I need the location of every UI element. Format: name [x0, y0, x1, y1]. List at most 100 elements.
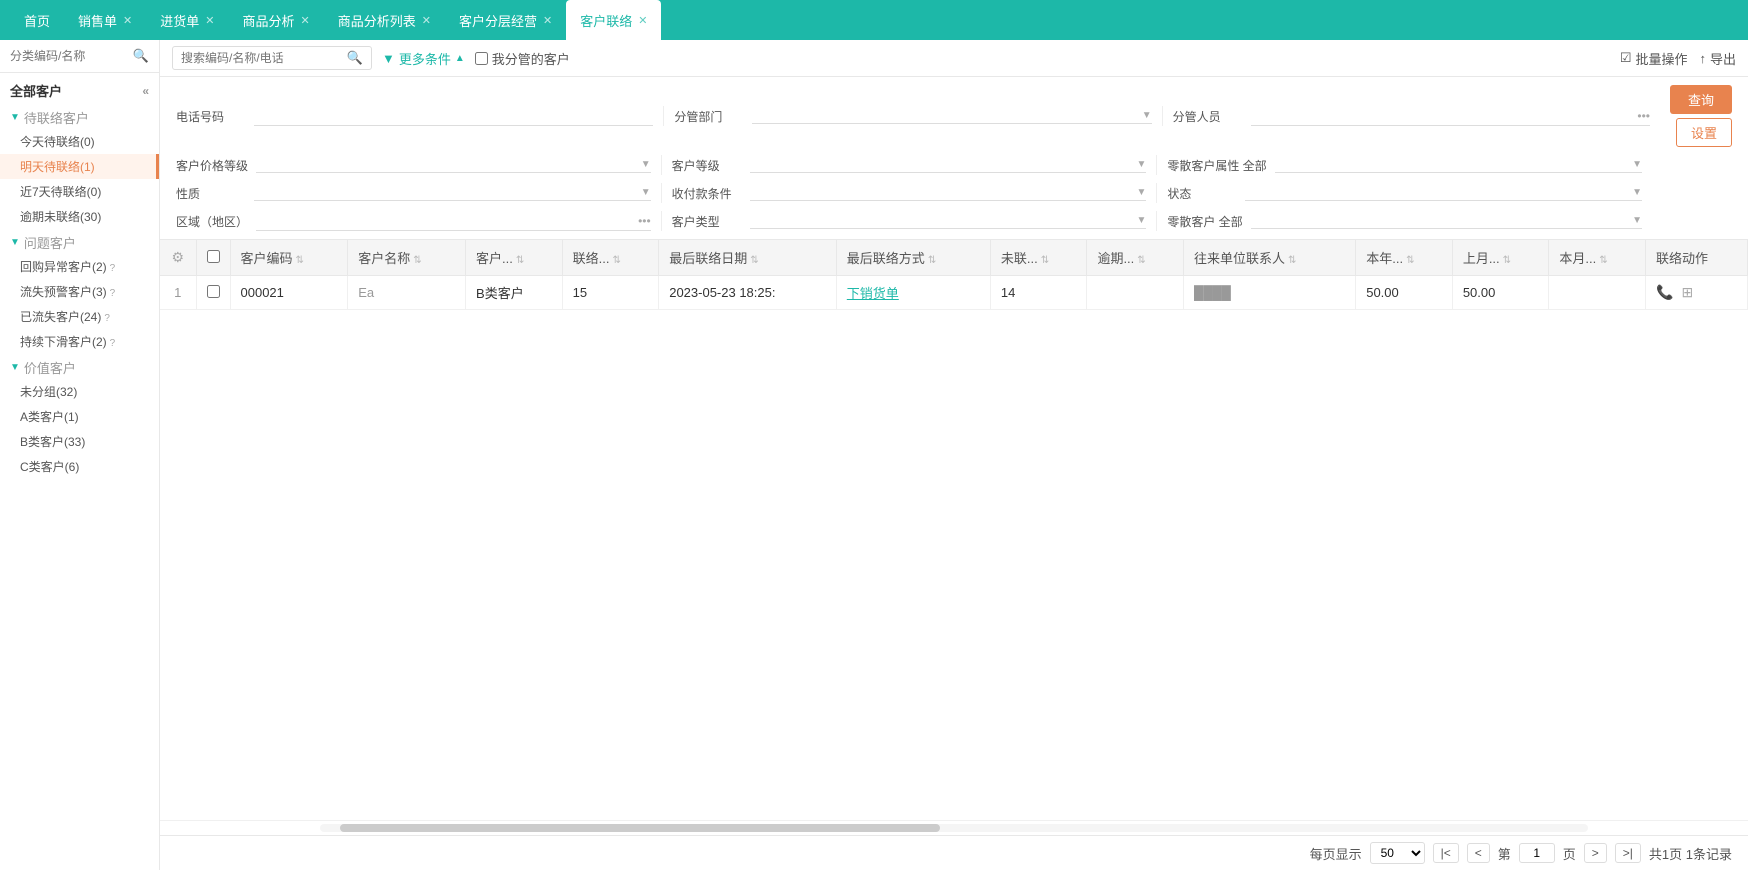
col-this-year: 本年...⇅	[1356, 240, 1453, 276]
dept-select[interactable]: ▼	[752, 108, 1151, 124]
sidebar-item[interactable]: 流失预警客户(3)?	[0, 279, 159, 304]
table-body: 1 000021 Ea B类客户 15 2023-05-23 18:25: 下销…	[160, 276, 1748, 310]
my-customers-checkbox[interactable]: 我分管的客户	[475, 49, 570, 68]
divider	[1162, 106, 1163, 126]
first-page-btn[interactable]: |<	[1433, 843, 1459, 863]
tab-close-icon[interactable]: ✕	[205, 14, 214, 27]
sidebar-groups: ▼待联络客户今天待联络(0)明天待联络(1)近7天待联络(0)逾期未联络(30)…	[0, 104, 159, 479]
sidebar-search-input[interactable]	[10, 49, 133, 63]
divider	[663, 106, 664, 126]
row-this-year: 50.00	[1356, 276, 1453, 310]
sidebar-group-label: ▼价值客户	[0, 354, 159, 379]
col-last-date: 最后联络日期⇅	[659, 240, 837, 276]
sidebar-item[interactable]: 近7天待联络(0)	[0, 179, 159, 204]
tab-close-icon[interactable]: ✕	[123, 14, 132, 27]
manager-select[interactable]: •••	[1251, 107, 1650, 126]
customer-type-select[interactable]: ▼	[750, 213, 1147, 229]
tab-close-icon[interactable]: ✕	[301, 14, 310, 27]
horizontal-scrollbar[interactable]	[320, 824, 1588, 832]
col-checkbox	[196, 240, 230, 276]
action-grid-icon[interactable]: ⊞	[1681, 284, 1693, 301]
row-overdue	[1087, 276, 1184, 310]
nav-tab[interactable]: 销售单✕	[64, 0, 146, 40]
export-btn[interactable]: ↑ 导出	[1699, 49, 1736, 68]
more-conditions-btn[interactable]: ▼ 更多条件 ▲	[382, 49, 465, 68]
row-not-contacted: 14	[990, 276, 1087, 310]
table-row: 1 000021 Ea B类客户 15 2023-05-23 18:25: 下销…	[160, 276, 1748, 310]
sidebar-item[interactable]: 持续下滑客户(2)?	[0, 329, 159, 354]
nav-tab[interactable]: 客户联络✕	[566, 0, 661, 40]
total-records: 共1页 1条记录	[1649, 844, 1732, 863]
contact-method-link[interactable]: 下销货单	[847, 286, 899, 301]
row-unit-contact: ████	[1184, 276, 1356, 310]
info-icon: ?	[110, 263, 116, 274]
sidebar-item[interactable]: 已流失客户(24)?	[0, 304, 159, 329]
tab-close-icon[interactable]: ✕	[638, 14, 647, 27]
my-customers-check[interactable]	[475, 52, 488, 65]
scrollbar-thumb[interactable]	[340, 824, 940, 832]
nav-tab[interactable]: 客户分层经营✕	[445, 0, 566, 40]
sidebar-group-label: ▼问题客户	[0, 229, 159, 254]
filter-status: 状态 ▼	[1167, 185, 1642, 202]
phone-input[interactable]	[254, 107, 653, 126]
col-overdue: 逾期...⇅	[1087, 240, 1184, 276]
tab-close-icon[interactable]: ✕	[422, 14, 431, 27]
row-checkbox[interactable]	[207, 285, 220, 298]
filter-search-icon[interactable]: 🔍	[347, 50, 363, 66]
customers-table: ⚙ 客户编码⇅ 客户名称⇅ 客户...⇅ 联络...⇅ 最后联络日期⇅ 最后联络…	[160, 240, 1748, 310]
col-contact: 联络...⇅	[562, 240, 659, 276]
page-size-label: 每页显示	[1310, 844, 1362, 863]
nav-home[interactable]: 首页	[10, 0, 64, 40]
prev-page-btn[interactable]: <	[1467, 843, 1490, 863]
batch-action-btn[interactable]: ☑ 批量操作	[1620, 49, 1688, 68]
sidebar-item[interactable]: 回购异常客户(2)?	[0, 254, 159, 279]
sidebar-item[interactable]: B类客户(33)	[0, 429, 159, 454]
customer-level-select[interactable]: ▼	[750, 157, 1147, 173]
region-select[interactable]: •••	[256, 212, 651, 231]
select-all-checkbox[interactable]	[207, 250, 220, 263]
filter-nature: 性质 ▼	[176, 185, 651, 202]
tab-close-icon[interactable]: ✕	[543, 14, 552, 27]
row-action: 📞 ⊞	[1646, 276, 1748, 310]
table-header-row: ⚙ 客户编码⇅ 客户名称⇅ 客户...⇅ 联络...⇅ 最后联络日期⇅ 最后联络…	[160, 240, 1748, 276]
query-button[interactable]: 查询	[1670, 85, 1732, 114]
setting-button[interactable]: 设置	[1676, 118, 1732, 147]
group-triangle-icon: ▼	[10, 112, 20, 123]
nav-tab[interactable]: 商品分析列表✕	[324, 0, 445, 40]
sidebar-item[interactable]: A类客户(1)	[0, 404, 159, 429]
sidebar-search-icon[interactable]: 🔍	[133, 48, 149, 64]
filter-price-level: 客户价格等级 ▼	[176, 157, 651, 174]
search-wrap: 🔍	[172, 46, 372, 70]
sidebar-item[interactable]: 今天待联络(0)	[0, 129, 159, 154]
info-icon: ?	[110, 338, 116, 349]
price-level-select[interactable]: ▼	[256, 157, 651, 173]
retail-customer-select[interactable]: ▼	[1251, 213, 1642, 229]
info-icon: ?	[104, 313, 110, 324]
row-contact: 15	[562, 276, 659, 310]
advanced-filter: 电话号码 分管部门 ▼ 分管人员 •••	[160, 77, 1748, 240]
page-input[interactable]	[1519, 843, 1555, 863]
sidebar-item[interactable]: 逾期未联络(30)	[0, 204, 159, 229]
sidebar-item[interactable]: C类客户(6)	[0, 454, 159, 479]
next-page-btn[interactable]: >	[1584, 843, 1607, 863]
row-last-date: 2023-05-23 18:25:	[659, 276, 837, 310]
nav-tab[interactable]: 商品分析✕	[228, 0, 323, 40]
row-checkbox-cell	[196, 276, 230, 310]
status-select[interactable]: ▼	[1245, 185, 1642, 201]
col-gear: ⚙	[160, 240, 196, 276]
sidebar-collapse-icon[interactable]: «	[142, 84, 149, 98]
last-page-btn[interactable]: >|	[1615, 843, 1641, 863]
col-type: 客户...⇅	[466, 240, 563, 276]
nav-tab[interactable]: 进货单✕	[146, 0, 228, 40]
retail-attr-select[interactable]: ▼	[1275, 157, 1642, 173]
col-settings-icon[interactable]: ⚙	[171, 249, 184, 265]
action-phone-icon[interactable]: 📞	[1656, 284, 1673, 301]
sidebar-all-customers[interactable]: 全部客户 «	[0, 73, 159, 104]
filter-search-input[interactable]	[181, 51, 347, 65]
filter-row-3: 性质 ▼ 收付款条件 ▼ 状态 ▼	[176, 183, 1732, 203]
sidebar-item[interactable]: 未分组(32)	[0, 379, 159, 404]
page-size-select[interactable]: 50 100 200	[1370, 842, 1425, 864]
sidebar-item[interactable]: 明天待联络(1)	[0, 154, 159, 179]
nature-select[interactable]: ▼	[254, 185, 651, 201]
payment-select[interactable]: ▼	[750, 185, 1147, 201]
